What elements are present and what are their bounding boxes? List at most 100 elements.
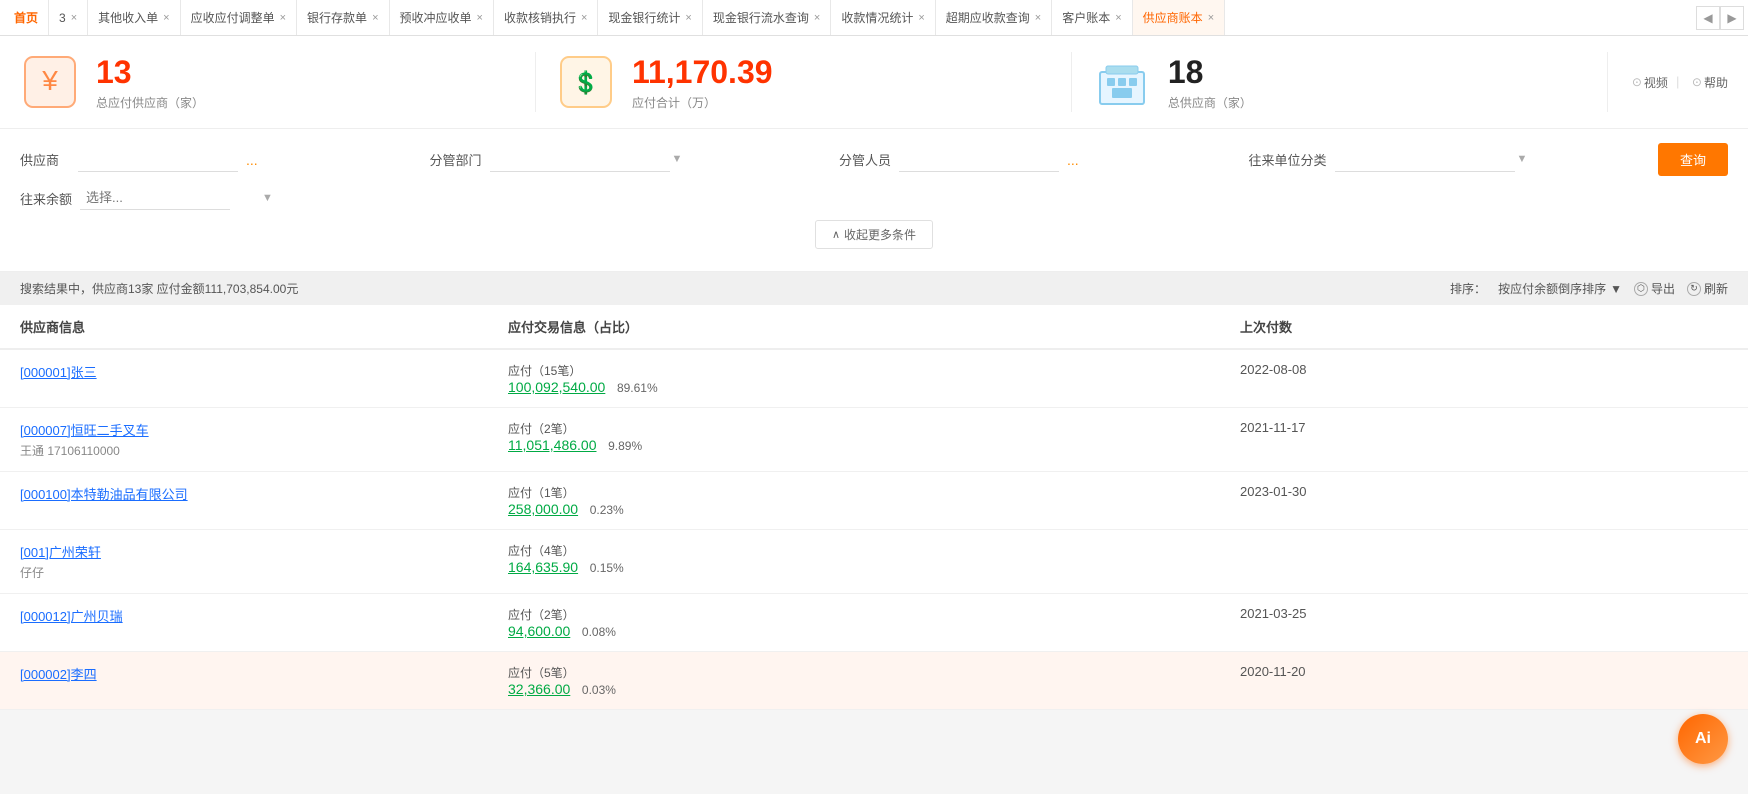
nav-tab-other-income-label: 其他收入单 — [98, 9, 158, 26]
nav-tab-other-income[interactable]: 其他收入单 × — [88, 0, 180, 36]
refresh-button[interactable]: ↻ 刷新 — [1687, 280, 1728, 297]
filter-balance: 往来余额 ▼ — [20, 186, 300, 210]
nav-tab-prepay-receive[interactable]: 预收冲应收单 × — [390, 0, 494, 36]
row3-supplier: [000100]本特勒油品有限公司 — [20, 484, 508, 517]
nav-tab-supplier-account-close[interactable]: × — [1208, 12, 1214, 24]
ai-button-container: Ai — [1678, 714, 1728, 764]
row5-tx-pct: 0.08% — [582, 625, 616, 639]
filter-dept-dropdown[interactable]: ▼ — [490, 148, 670, 172]
nav-tab-customer-account-close[interactable]: × — [1115, 12, 1121, 24]
table-row: [000100]本特勒油品有限公司 应付（1笔） 258,000.00 0.23… — [0, 472, 1748, 530]
stats-bar: ¥ 13 总应付供应商（家） 💲 11,170.39 应付合计（万） — [0, 36, 1748, 129]
nav-tab-bank-deposit-label: 银行存款单 — [307, 9, 367, 26]
row4-tx-info: 应付（4笔） 164,635.90 0.15% — [508, 542, 1240, 575]
search-button[interactable]: 查询 — [1658, 143, 1728, 176]
filter-unit-category-dropdown[interactable]: ▼ — [1335, 148, 1515, 172]
row3-supplier-name[interactable]: [000100]本特勒油品有限公司 — [20, 484, 508, 503]
nav-tab-ap-adjust[interactable]: 应收应付调整单 × — [181, 0, 297, 36]
results-summary: 搜索结果中，供应商13家 应付金额111,703,854.00元 — [20, 280, 298, 297]
row2-supplier: [000007]恒旺二手叉车 王通 17106110000 — [20, 420, 508, 459]
nav-tab-ap-adjust-close[interactable]: × — [280, 12, 286, 24]
row1-supplier-name[interactable]: [000001]张三 — [20, 362, 508, 381]
stat-ap-total-content: 11,170.39 应付合计（万） — [632, 53, 773, 110]
svg-text:💲: 💲 — [572, 70, 599, 95]
row4-supplier-name[interactable]: [001]广州荣轩 — [20, 542, 508, 561]
row2-supplier-name[interactable]: [000007]恒旺二手叉车 — [20, 420, 508, 439]
export-button[interactable]: ⬡ 导出 — [1634, 280, 1675, 297]
nav-tab-home[interactable]: 首页 — [4, 0, 49, 36]
nav-tab-prepay-receive-close[interactable]: × — [477, 12, 483, 24]
table-row-highlighted: [000002]李四 应付（5笔） 32,366.00 0.03% 2020-1… — [0, 652, 1748, 710]
filter-balance-input[interactable] — [86, 190, 262, 205]
nav-tab-receipt-exec-close[interactable]: × — [581, 12, 587, 24]
row4-supplier-contact: 仔仔 — [20, 564, 508, 581]
results-bar: 搜索结果中，供应商13家 应付金额111,703,854.00元 排序： 按应付… — [0, 272, 1748, 305]
row3-tx-pct: 0.23% — [590, 503, 624, 517]
nav-tab-cash-bank-stat-close[interactable]: × — [685, 12, 691, 24]
nav-tab-customer-account[interactable]: 客户账本 × — [1052, 0, 1132, 36]
nav-tab-overdue-query-label: 超期应收款查询 — [946, 9, 1030, 26]
row6-tx-pct: 0.03% — [582, 683, 616, 697]
row3-tx-amount[interactable]: 258,000.00 — [508, 501, 578, 517]
nav-tab-supplier-account[interactable]: 供应商账本 × — [1133, 0, 1225, 36]
filter-supplier: 供应商 ... — [20, 148, 414, 172]
video-link[interactable]: 视频 — [1644, 74, 1668, 91]
collapse-button[interactable]: ∧ 收起更多条件 — [815, 220, 933, 249]
nav-tab-receipt-stat-close[interactable]: × — [918, 12, 924, 24]
row5-transaction: 应付（2笔） 94,600.00 0.08% — [508, 606, 1240, 639]
row5-tx-amount[interactable]: 94,600.00 — [508, 623, 570, 639]
nav-tab-supplier-account-label: 供应商账本 — [1143, 9, 1203, 26]
filter-dept-input[interactable] — [496, 152, 672, 167]
row5-lastpay-date: 2021-03-25 — [1240, 606, 1307, 621]
top-nav: 首页 3 × 其他收入单 × 应收应付调整单 × 银行存款单 × 预收冲应收单 … — [0, 0, 1748, 36]
row2-transaction: 应付（2笔） 11,051,486.00 9.89% — [508, 420, 1240, 459]
filter-person-input[interactable] — [899, 148, 1059, 172]
stat-total-suppliers-value: 18 — [1168, 53, 1252, 91]
nav-tab-cash-bank-stat[interactable]: 现金银行统计 × — [598, 0, 702, 36]
row6-tx-label: 应付（5笔） — [508, 664, 616, 681]
filter-person-ellipsis[interactable]: ... — [1067, 152, 1079, 168]
nav-tab-overdue-query-close[interactable]: × — [1035, 12, 1041, 24]
row1-lastpay: 2022-08-08 — [1240, 362, 1728, 395]
filter-supplier-label: 供应商 — [20, 150, 70, 169]
row3-tx-info: 应付（1笔） 258,000.00 0.23% — [508, 484, 1240, 517]
table-container: 供应商信息 应付交易信息（占比） 上次付数 [000001]张三 应付（15笔）… — [0, 305, 1748, 710]
row2-tx-pct: 9.89% — [608, 439, 642, 453]
filter-supplier-ellipsis[interactable]: ... — [246, 152, 258, 168]
nav-tab-bank-deposit[interactable]: 银行存款单 × — [297, 0, 389, 36]
row6-supplier-name[interactable]: [000002]李四 — [20, 664, 508, 683]
row6-transaction: 应付（5笔） 32,366.00 0.03% — [508, 664, 1240, 697]
row1-tx-amount[interactable]: 100,092,540.00 — [508, 379, 605, 395]
nav-tab-3[interactable]: 3 × — [49, 0, 88, 36]
row1-lastpay-date: 2022-08-08 — [1240, 362, 1307, 377]
stat-ap-suppliers: ¥ 13 总应付供应商（家） — [20, 52, 536, 112]
nav-tab-3-close[interactable]: × — [71, 12, 77, 24]
row2-tx-amount[interactable]: 11,051,486.00 — [508, 437, 597, 453]
sort-select[interactable]: 按应付余额倒序排序 ▼ — [1498, 280, 1622, 297]
row6-tx-amount[interactable]: 32,366.00 — [508, 681, 570, 697]
nav-tab-receipt-exec[interactable]: 收款核销执行 × — [494, 0, 598, 36]
nav-tab-cash-bank-flow[interactable]: 现金银行流水查询 × — [703, 0, 831, 36]
table-row: [000001]张三 应付（15笔） 100,092,540.00 89.61%… — [0, 350, 1748, 408]
filter-balance-dropdown[interactable]: ▼ — [80, 186, 230, 210]
row5-tx-detail: 应付（2笔） 94,600.00 0.08% — [508, 606, 616, 639]
nav-prev-button[interactable]: ◀ — [1696, 6, 1720, 30]
nav-tab-bank-deposit-close[interactable]: × — [372, 12, 378, 24]
row5-supplier-name[interactable]: [000012]广州贝瑞 — [20, 606, 508, 625]
refresh-icon: ↻ — [1687, 282, 1701, 296]
row1-tx-detail: 应付（15笔） 100,092,540.00 89.61% — [508, 362, 658, 395]
row1-tx-pct: 89.61% — [617, 381, 658, 395]
row4-supplier: [001]广州荣轩 仔仔 — [20, 542, 508, 581]
nav-next-button[interactable]: ▶ — [1720, 6, 1744, 30]
help-link[interactable]: 帮助 — [1704, 74, 1728, 91]
row1-supplier: [000001]张三 — [20, 362, 508, 395]
sort-option-label: 按应付余额倒序排序 — [1498, 280, 1606, 297]
nav-tab-other-income-close[interactable]: × — [163, 12, 169, 24]
nav-tab-receipt-stat[interactable]: 收款情况统计 × — [831, 0, 935, 36]
ai-button[interactable]: Ai — [1678, 714, 1728, 764]
filter-supplier-input[interactable] — [78, 148, 238, 172]
row4-tx-amount[interactable]: 164,635.90 — [508, 559, 578, 575]
nav-tab-cash-bank-flow-close[interactable]: × — [814, 12, 820, 24]
nav-tab-overdue-query[interactable]: 超期应收款查询 × — [936, 0, 1052, 36]
filter-unit-category-input[interactable] — [1341, 152, 1517, 167]
